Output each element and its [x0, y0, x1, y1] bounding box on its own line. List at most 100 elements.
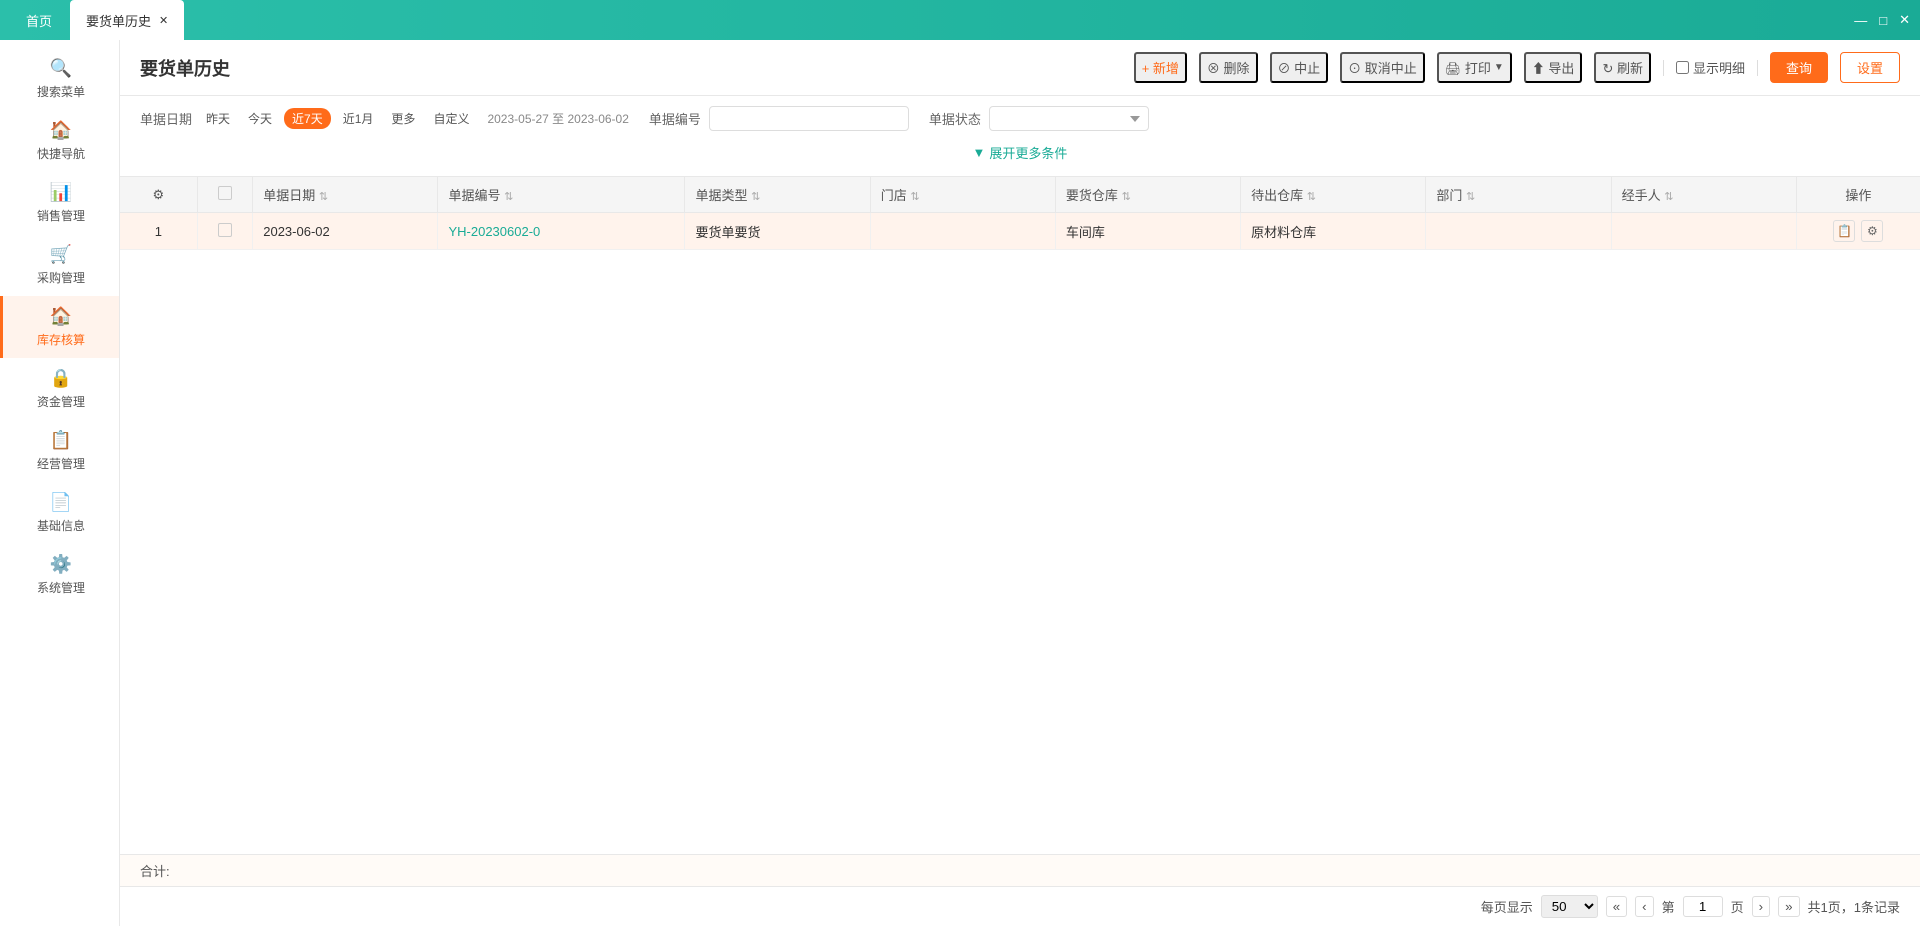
action-view-btn[interactable]: 📋 [1833, 220, 1855, 242]
order-num-filter-item: 单据编号 [649, 106, 909, 131]
delete-button[interactable]: ⊗ 删除 [1199, 52, 1258, 83]
sidebar-item-quick-nav[interactable]: 🏠 快捷导航 [0, 110, 119, 172]
order-num-input[interactable] [709, 106, 909, 131]
action-edit-icon: ⚙ [1867, 224, 1878, 238]
action-icons: 📋 ⚙ [1807, 220, 1910, 242]
col-dept-label: 部门 [1436, 188, 1462, 203]
print-button[interactable]: 🖨 打印 ▼ [1437, 52, 1512, 83]
date-range-display: 2023-05-27 至 2023-06-02 [487, 110, 628, 127]
page-first-btn[interactable]: « [1606, 896, 1627, 917]
close-icon[interactable]: ✕ [1899, 12, 1910, 28]
row-num-value: 1 [155, 224, 162, 239]
toolbar-divider [1663, 60, 1664, 76]
page-title-row: 要货单历史 + 新增 ⊗ 删除 ⊘ 中止 ⊙ 取消中止 🖨 打 [140, 52, 1900, 83]
date-shortcut-1month[interactable]: 近1月 [337, 108, 380, 129]
sidebar-item-sales-mgmt[interactable]: 📊 销售管理 [0, 172, 119, 234]
row-wait-wh: 原材料仓库 [1241, 213, 1426, 250]
maximize-icon[interactable]: □ [1879, 13, 1887, 28]
date-filter-label: 单据日期 [140, 109, 192, 128]
delete-button-label: ⊗ 删除 [1207, 58, 1250, 77]
status-select[interactable] [989, 106, 1149, 131]
col-action-header: 操作 [1796, 177, 1920, 213]
tab-close-icon[interactable]: ✕ [159, 14, 168, 27]
footer-summary: 合计: [120, 854, 1920, 886]
col-code-sort-icon[interactable]: ⇅ [504, 191, 513, 203]
sidebar-item-basic-info-label: 基础信息 [37, 517, 85, 534]
row-date: 2023-06-02 [253, 213, 438, 250]
tab-home[interactable]: 首页 [10, 0, 68, 40]
page-last-btn[interactable]: » [1778, 896, 1799, 917]
top-bar-right: — □ ✕ [1854, 12, 1910, 28]
sidebar-item-finance-label: 资金管理 [37, 393, 85, 410]
stop-button[interactable]: ⊘ 中止 [1270, 52, 1329, 83]
tab-requisition-history[interactable]: 要货单历史 ✕ [70, 0, 184, 40]
per-page-select[interactable]: 50 100 200 [1541, 895, 1598, 918]
row-handler [1611, 213, 1796, 250]
sidebar-item-inventory-label: 库存核算 [37, 331, 85, 348]
print-dropdown-icon[interactable]: ▼ [1494, 62, 1504, 73]
display-detail-text: 显示明细 [1693, 58, 1745, 77]
add-button[interactable]: + 新增 [1134, 52, 1187, 83]
query-button[interactable]: 查询 [1770, 52, 1828, 83]
display-detail-checkbox[interactable] [1676, 61, 1689, 74]
col-handler-sort-icon[interactable]: ⇅ [1664, 191, 1673, 203]
date-shortcut-custom[interactable]: 自定义 [427, 108, 475, 129]
per-page-label: 每页显示 [1481, 897, 1533, 916]
minimize-icon[interactable]: — [1854, 13, 1867, 28]
cancel-stop-button[interactable]: ⊙ 取消中止 [1340, 52, 1425, 83]
stop-button-label: ⊘ 中止 [1278, 58, 1321, 77]
page-prev-btn[interactable]: ‹ [1635, 896, 1653, 917]
col-code-header: 单据编号 ⇅ [438, 177, 685, 213]
row-checkbox[interactable] [218, 223, 232, 237]
data-table: ⚙ 单据日期 ⇅ 单据编号 ⇅ 单据类型 [120, 177, 1920, 250]
col-store-sort-icon[interactable]: ⇅ [910, 191, 919, 203]
status-filter-item: 单据状态 [929, 106, 1149, 131]
row-dept [1426, 213, 1611, 250]
col-date-sort-icon[interactable]: ⇅ [319, 191, 328, 203]
row-code-link[interactable]: YH-20230602-0 [448, 224, 540, 239]
export-button-label: ⬆ 导出 [1532, 58, 1575, 77]
sidebar-item-operation[interactable]: 📋 经营管理 [0, 420, 119, 482]
add-button-label: + 新增 [1142, 58, 1179, 77]
filter-row-1: 单据日期 昨天 今天 近7天 近1月 更多 自定义 2023-05-27 至 2… [140, 106, 1900, 131]
sidebar-item-finance[interactable]: 🔒 资金管理 [0, 358, 119, 420]
col-wait-wh-sort-icon[interactable]: ⇅ [1307, 191, 1316, 203]
tab-home-label: 首页 [26, 11, 52, 30]
col-req-wh-sort-icon[interactable]: ⇅ [1122, 191, 1131, 203]
pagination-bar: 每页显示 50 100 200 « ‹ 第 页 › » 共1页，1条记录 [120, 886, 1920, 926]
row-type: 要货单要货 [685, 213, 870, 250]
expand-more-btn[interactable]: ▼ 展开更多条件 [140, 139, 1900, 166]
page-next-btn[interactable]: › [1752, 896, 1770, 917]
col-settings[interactable]: ⚙ [120, 177, 197, 213]
table-row: 1 2023-06-02 YH-20230602-0 要货单要货 [120, 213, 1920, 250]
col-type-sort-icon[interactable]: ⇅ [751, 191, 760, 203]
quick-nav-icon: 🏠 [50, 120, 72, 141]
cancel-stop-button-label: ⊙ 取消中止 [1348, 58, 1417, 77]
system-mgmt-icon: ⚙️ [50, 554, 72, 575]
date-shortcut-today[interactable]: 今天 [242, 108, 278, 129]
sidebar-item-system-mgmt[interactable]: ⚙️ 系统管理 [0, 544, 119, 606]
page-number-input[interactable] [1683, 896, 1723, 917]
col-dept-sort-icon[interactable]: ⇅ [1466, 191, 1475, 203]
sidebar-item-purchase-mgmt[interactable]: 🛒 采购管理 [0, 234, 119, 296]
expand-more-icon: ▼ [973, 145, 986, 160]
refresh-button[interactable]: ↻ 刷新 [1594, 52, 1651, 83]
search-menu-icon: 🔍 [50, 58, 72, 79]
header-checkbox[interactable] [218, 186, 232, 200]
date-shortcut-7days[interactable]: 近7天 [284, 108, 331, 129]
date-shortcut-yesterday[interactable]: 昨天 [200, 108, 236, 129]
sidebar-item-search-menu[interactable]: 🔍 搜索菜单 [0, 48, 119, 110]
setting-button[interactable]: 设置 [1840, 52, 1900, 83]
col-wait-wh-label: 待出仓库 [1251, 188, 1303, 203]
basic-info-icon: 📄 [50, 492, 72, 513]
toolbar: + 新增 ⊗ 删除 ⊘ 中止 ⊙ 取消中止 🖨 打印 ▼ [1134, 52, 1900, 83]
status-label: 单据状态 [929, 109, 981, 128]
row-wait-wh-value: 原材料仓库 [1251, 225, 1316, 240]
query-button-label: 查询 [1786, 61, 1812, 76]
sidebar-item-basic-info[interactable]: 📄 基础信息 [0, 482, 119, 544]
export-button[interactable]: ⬆ 导出 [1524, 52, 1583, 83]
print-button-label: 🖨 打印 [1445, 58, 1491, 77]
action-edit-btn[interactable]: ⚙ [1861, 220, 1883, 242]
date-shortcut-more[interactable]: 更多 [385, 108, 421, 129]
sidebar-item-inventory[interactable]: 🏠 库存核算 [0, 296, 119, 358]
